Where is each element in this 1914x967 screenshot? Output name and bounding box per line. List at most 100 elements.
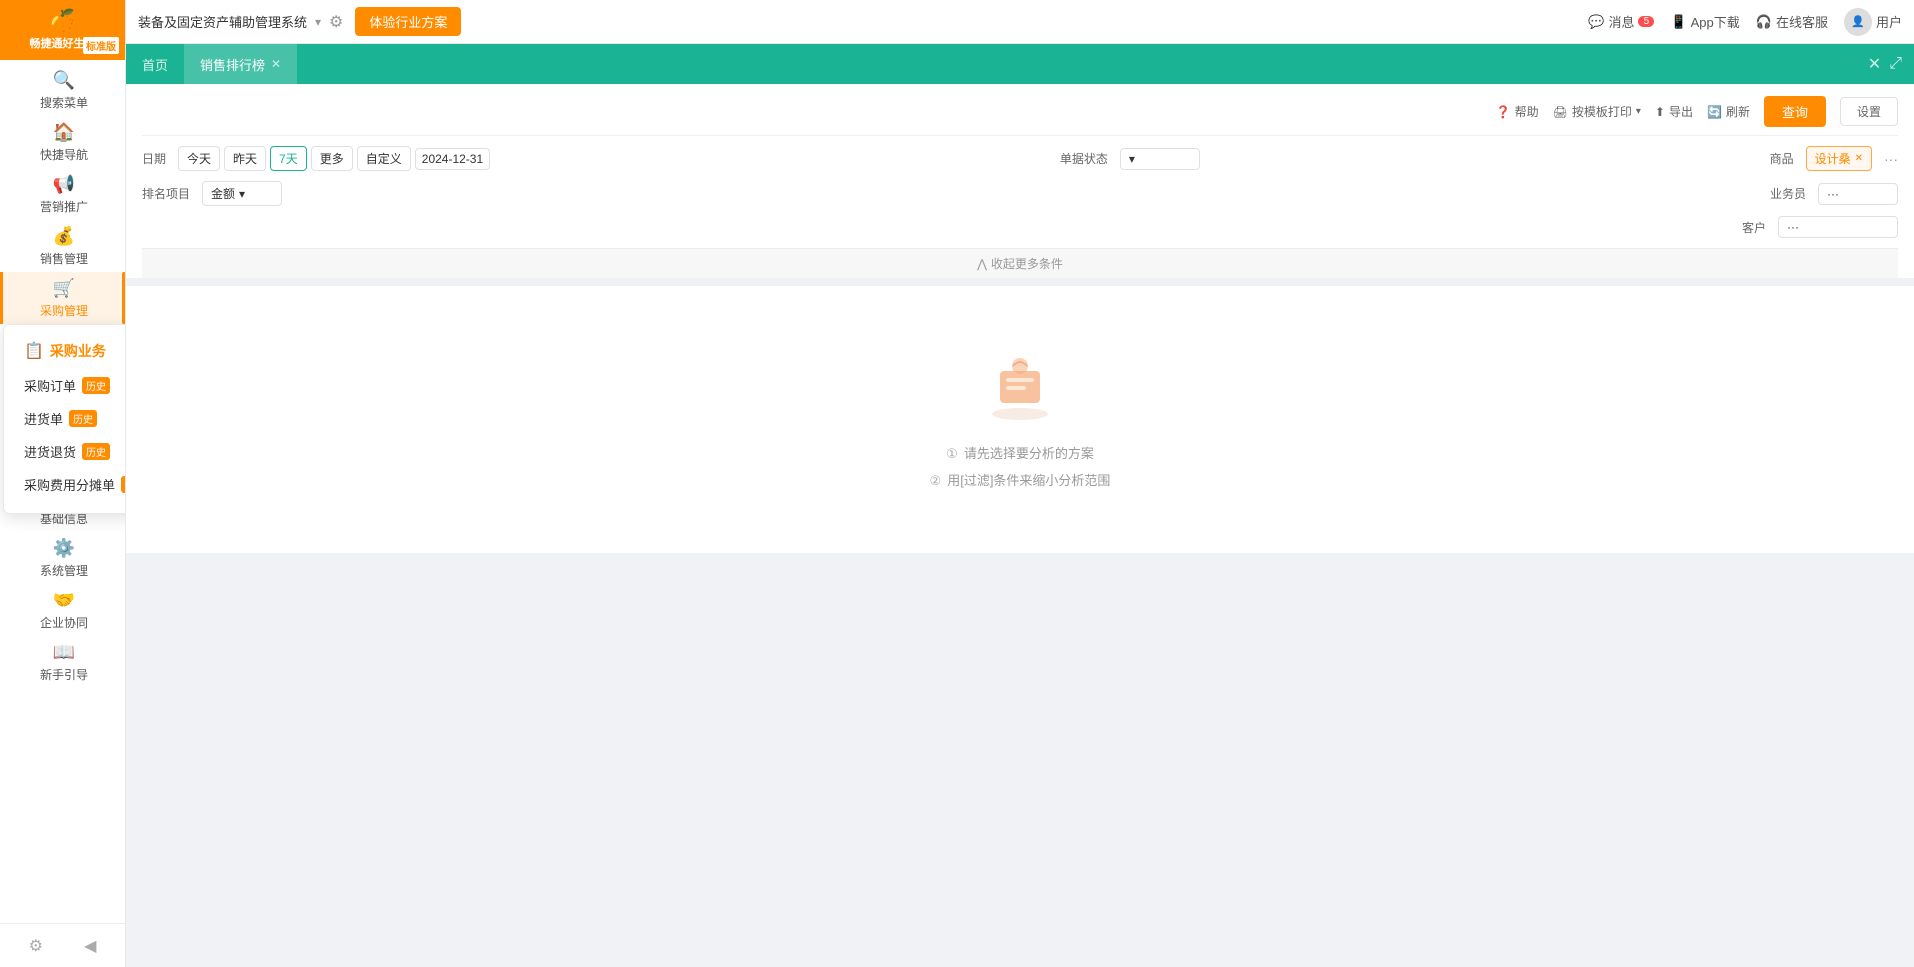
- sidebar-item-label: 快捷导航: [40, 146, 88, 163]
- date-more[interactable]: 更多: [311, 146, 353, 171]
- goods-return-badge: 历史: [82, 443, 110, 460]
- collapse-row[interactable]: ⋀ 收起更多条件: [142, 248, 1898, 278]
- help-label: 帮助: [1515, 103, 1539, 120]
- status-control-arrow: ▾: [1129, 152, 1135, 166]
- purchase-order-badge: 历史: [82, 377, 110, 394]
- status-label: 单据状态: [1060, 150, 1108, 167]
- sidebar-item-marketing[interactable]: 📢 营销推广: [0, 168, 125, 220]
- sidebar-item-sales[interactable]: 💰 销售管理: [0, 220, 125, 272]
- sidebar-item-beginner[interactable]: 📖 新手引导: [0, 636, 125, 688]
- ranking-control[interactable]: 金额 ▾: [202, 181, 282, 206]
- marketing-icon: 📢: [53, 174, 75, 195]
- tab-close-icon[interactable]: ✕: [271, 57, 281, 71]
- online-service-label: 在线客服: [1776, 12, 1828, 31]
- date-7days[interactable]: 7天: [270, 146, 307, 171]
- online-service-btn[interactable]: 🎧 在线客服: [1756, 12, 1828, 31]
- app-download-label: App下载: [1691, 12, 1740, 31]
- status-control[interactable]: ▾: [1120, 148, 1200, 170]
- main-content: ❓ 帮助 🖨 按模板打印 ▾ ⬆ 导出 🔄 刷新 查询 设置 日期 今天: [126, 84, 1914, 967]
- tab-sales-ranking-label: 销售排行榜: [200, 55, 265, 74]
- app-download-btn[interactable]: 📱 App下载: [1670, 12, 1739, 31]
- sales-icon: 💰: [53, 226, 75, 247]
- dropdown-col-title-label: 采购业务: [50, 341, 106, 361]
- empty-state-text: ① 请先选择要分析的方案 ② 用[过滤]条件来缩小分析范围: [930, 442, 1111, 493]
- settings-footer-btn[interactable]: ⚙: [29, 936, 43, 956]
- collapse-footer-btn[interactable]: ◀: [84, 936, 96, 956]
- tab-home[interactable]: 首页: [126, 44, 184, 84]
- topbar: 装备及固定资产辅助管理系统 ▾ ⚙ 体验行业方案 💬 消息 5 📱 App下载 …: [126, 0, 1914, 44]
- tabbar-right: ✕ ⤢: [1868, 54, 1914, 74]
- date-custom[interactable]: 自定义: [357, 146, 411, 171]
- purchase-order-label: 采购订单: [24, 376, 76, 395]
- date-value[interactable]: 2024-12-31: [415, 148, 490, 170]
- sidebar-item-system[interactable]: ⚙️ 系统管理: [0, 532, 125, 584]
- avatar: 👤: [1844, 8, 1872, 36]
- topbar-arrow-icon[interactable]: ▾: [315, 15, 321, 29]
- message-btn[interactable]: 💬 消息 5: [1588, 12, 1654, 31]
- salesperson-label: 业务员: [1770, 185, 1806, 202]
- avatar-icon: 👤: [1851, 15, 1865, 28]
- purchase-fee-label: 采购费用分摊单: [24, 475, 115, 494]
- tab-sales-ranking[interactable]: 销售排行榜 ✕: [184, 44, 297, 84]
- sidebar-item-label: 营销推广: [40, 198, 88, 215]
- topbar-system-title: 装备及固定资产辅助管理系统: [138, 12, 307, 31]
- export-icon: ⬆: [1655, 105, 1665, 119]
- dropdown-col-business: 📋 采购业务 采购订单 历史 进货单 历史 进货退货 历史: [4, 337, 125, 501]
- date-preset-group: 今天 昨天 7天 更多 自定义 2024-12-31: [178, 146, 490, 171]
- dropdown-item-goods-return[interactable]: 进货退货 历史: [16, 435, 125, 468]
- filter-bar: ❓ 帮助 🖨 按模板打印 ▾ ⬆ 导出 🔄 刷新 查询 设置 日期 今天: [126, 84, 1914, 278]
- ranking-label: 排名项目: [142, 185, 190, 202]
- help-btn[interactable]: ❓ 帮助: [1496, 103, 1539, 120]
- purchase-icon: 🛒: [53, 278, 75, 299]
- dropdown-item-purchase-fee[interactable]: 采购费用分摊单 历史: [16, 468, 125, 501]
- export-btn[interactable]: ⬆ 导出: [1655, 103, 1693, 120]
- refresh-btn[interactable]: 🔄 刷新: [1707, 103, 1750, 120]
- date-label: 日期: [142, 150, 166, 167]
- dropdown-col-title-business: 📋 采购业务: [16, 337, 125, 369]
- topbar-gear-icon[interactable]: ⚙: [329, 12, 343, 32]
- logo-icon: 🍊: [48, 8, 78, 37]
- dropdown-item-purchase-order[interactable]: 采购订单 历史: [16, 369, 125, 402]
- user-btn[interactable]: 👤 用户: [1844, 8, 1902, 36]
- tab-close-all-icon[interactable]: ✕: [1868, 54, 1881, 74]
- sidebar-item-label: 企业协同: [40, 614, 88, 631]
- sidebar-item-label: 新手引导: [40, 666, 88, 683]
- sidebar-item-enterprise[interactable]: 🤝 企业协同: [0, 584, 125, 636]
- refresh-label: 刷新: [1726, 103, 1750, 120]
- system-icon: ⚙️: [53, 538, 75, 559]
- sidebar-item-label: 采购管理: [40, 302, 88, 319]
- sidebar-item-purchase[interactable]: 🛒 采购管理 📋 采购业务 采购订单 历史 进货单 历史: [0, 272, 125, 324]
- sidebar-item-search[interactable]: 🔍 搜索菜单: [0, 64, 125, 116]
- goods-tag-label: 设计桑: [1815, 150, 1851, 167]
- ranking-value: 金额: [211, 185, 235, 202]
- query-btn[interactable]: 查询: [1764, 96, 1826, 127]
- goods-tag[interactable]: 设计桑 ✕: [1806, 146, 1872, 171]
- purchase-dropdown-menu: 📋 采购业务 采购订单 历史 进货单 历史 进货退货 历史: [3, 324, 125, 514]
- date-yesterday[interactable]: 昨天: [224, 146, 266, 171]
- empty-tip2: 用[过滤]条件来缩小分析范围: [947, 469, 1110, 492]
- sidebar-item-quick-nav[interactable]: 🏠 快捷导航: [0, 116, 125, 168]
- print-icon: 🖨: [1553, 105, 1568, 119]
- salesperson-control[interactable]: ···: [1818, 183, 1898, 205]
- headset-icon: 🎧: [1756, 14, 1772, 30]
- sidebar-footer: ⚙ ◀: [0, 923, 125, 967]
- industry-btn[interactable]: 体验行业方案: [355, 7, 461, 36]
- tab-home-label: 首页: [142, 55, 168, 74]
- help-icon: ❓: [1496, 105, 1511, 119]
- tab-expand-icon[interactable]: ⤢: [1889, 55, 1902, 73]
- sidebar-item-label: 销售管理: [40, 250, 88, 267]
- goods-label: 商品: [1770, 150, 1794, 167]
- customer-control[interactable]: ···: [1778, 216, 1898, 238]
- refresh-icon: 🔄: [1707, 105, 1722, 119]
- message-label: 消息: [1608, 12, 1634, 31]
- goods-return-label: 进货退货: [24, 442, 76, 461]
- print-btn[interactable]: 🖨 按模板打印 ▾: [1553, 103, 1641, 120]
- sidebar-item-label: 系统管理: [40, 562, 88, 579]
- goods-tag-close-icon[interactable]: ✕: [1855, 153, 1863, 164]
- dropdown-item-goods-receipt[interactable]: 进货单 历史: [16, 402, 125, 435]
- print-arrow: ▾: [1636, 106, 1641, 117]
- settings-filter-btn[interactable]: 设置: [1840, 97, 1898, 126]
- date-today[interactable]: 今天: [178, 146, 220, 171]
- collapse-label: 收起更多条件: [991, 255, 1063, 272]
- goods-more-icon[interactable]: ···: [1884, 151, 1898, 167]
